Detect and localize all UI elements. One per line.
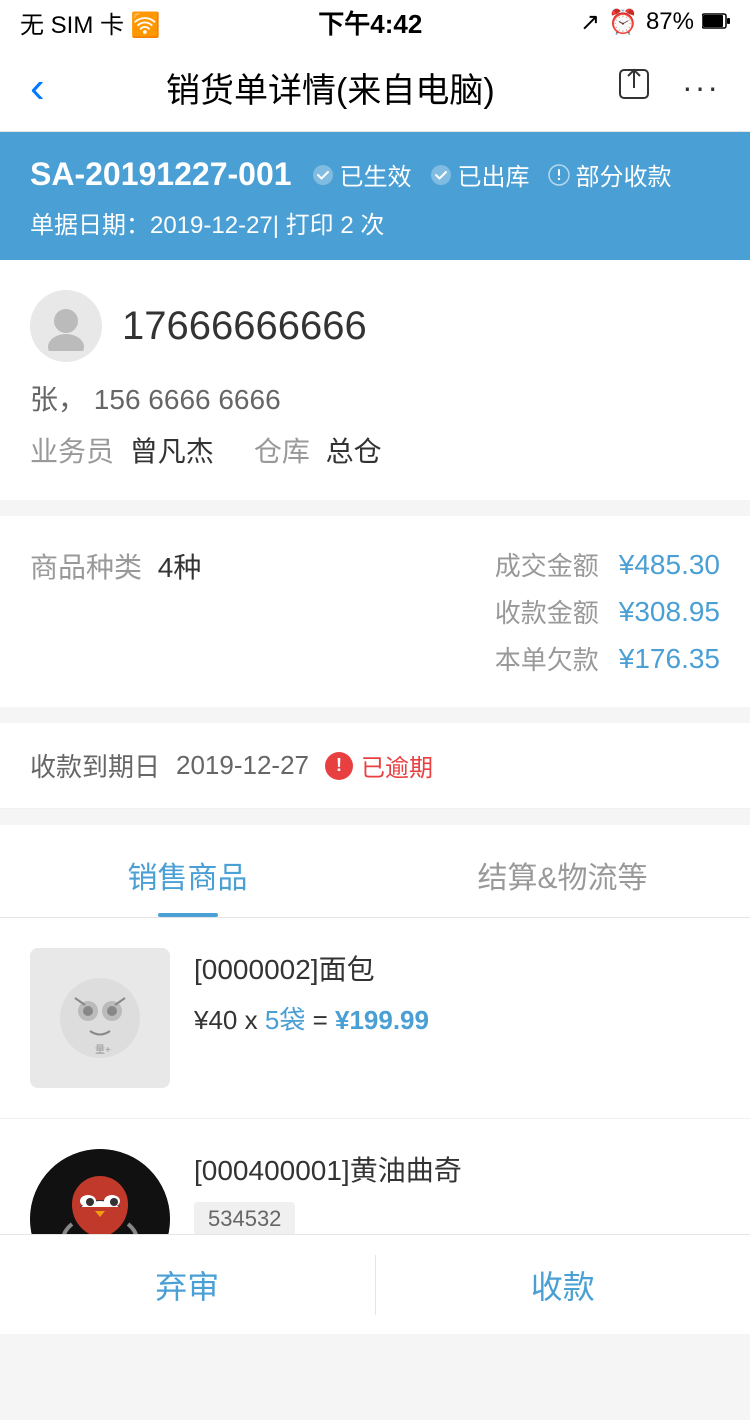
due-date: 2019-12-27 <box>176 750 309 781</box>
product-info-1: [0000002]面包 ¥40 x 5袋 = ¥199.99 <box>194 948 720 1037</box>
product-sku-2: 534532 <box>194 1202 295 1236</box>
battery-icon <box>702 8 730 36</box>
order-header: SA-20191227-001 已生效 已出库 部分收款 单据日期：2019-1… <box>0 132 750 260</box>
back-button[interactable]: ‹ <box>30 63 45 113</box>
nav-bar: ‹ 销货单详情(来自电脑) ··· <box>0 44 750 132</box>
customer-avatar <box>30 290 102 362</box>
status-bar: 无 SIM 卡 🛜 下午4:42 ↗ ⏰ 87% <box>0 0 750 44</box>
cancel-button[interactable]: 弃审 <box>0 1235 375 1334</box>
svg-text:量+: 量+ <box>95 1044 111 1056</box>
product-count: 商品种类 4种 <box>30 546 201 586</box>
nav-actions: ··· <box>616 66 720 110</box>
overdue-badge: ! 已逾期 <box>325 748 433 783</box>
customer-name-phone: 张， 156 6666 6666 <box>30 378 720 418</box>
status-bar-right: ↗ ⏰ 87% <box>580 8 730 37</box>
overdue-icon: ! <box>325 752 353 780</box>
due-date-section: 收款到期日 2019-12-27 ! 已逾期 <box>0 723 750 809</box>
status-bar-left: 无 SIM 卡 🛜 <box>20 5 161 40</box>
order-date: 单据日期：2019-12-27| 打印 2 次 <box>30 205 720 240</box>
status-partial-payment: 部分收款 <box>548 157 672 192</box>
more-button[interactable]: ··· <box>682 69 720 106</box>
debt-amount: 本单欠款 ¥176.35 <box>495 640 720 677</box>
tabs-container: 销售商品 结算&物流等 <box>0 825 750 918</box>
overdue-text: 已逾期 <box>361 748 433 783</box>
financial-stats: 成交金额 ¥485.30 收款金额 ¥308.95 本单欠款 ¥176.35 <box>495 546 720 677</box>
tab-settlement-logistics[interactable]: 结算&物流等 <box>375 825 750 917</box>
customer-section: 17666666666 张， 156 6666 6666 业务员 曾凡杰 仓库 … <box>0 260 750 500</box>
stats-section: 商品种类 4种 成交金额 ¥485.30 收款金额 ¥308.95 本单欠款 ¥… <box>0 516 750 707</box>
sim-status: 无 SIM 卡 🛜 <box>20 5 161 40</box>
product-name-2: [000400001]黄油曲奇 <box>194 1149 720 1189</box>
product-price-1: ¥40 x 5袋 = ¥199.99 <box>194 1000 720 1037</box>
order-id: SA-20191227-001 <box>30 156 292 193</box>
battery-level: 87% <box>646 8 694 36</box>
product-item: 量+ [0000002]面包 ¥40 x 5袋 = ¥199.99 <box>0 918 750 1119</box>
sales-info: 业务员 曾凡杰 <box>30 430 214 470</box>
status-bar-time: 下午4:42 <box>318 4 422 41</box>
status-shipped: 已出库 <box>430 157 530 192</box>
status-activated: 已生效 <box>312 157 412 192</box>
alarm-icon: ⏰ <box>608 8 638 37</box>
receipt-amount: 收款金额 ¥308.95 <box>495 593 720 630</box>
bottom-bar: 弃审 收款 <box>0 1234 750 1334</box>
product-name-1: [0000002]面包 <box>194 948 720 988</box>
product-thumbnail-1: 量+ <box>30 948 170 1088</box>
confirm-button[interactable]: 收款 <box>376 1235 750 1334</box>
location-icon: ↗ <box>580 8 600 37</box>
tab-sales-products[interactable]: 销售商品 <box>0 825 375 917</box>
warehouse-info: 仓库 总仓 <box>254 430 382 470</box>
page-title: 销货单详情(来自电脑) <box>166 63 495 112</box>
customer-phone: 17666666666 <box>122 304 367 349</box>
due-label: 收款到期日 <box>30 747 160 784</box>
share-button[interactable] <box>616 66 652 110</box>
customer-meta: 业务员 曾凡杰 仓库 总仓 <box>30 430 720 470</box>
transaction-amount: 成交金额 ¥485.30 <box>495 546 720 583</box>
